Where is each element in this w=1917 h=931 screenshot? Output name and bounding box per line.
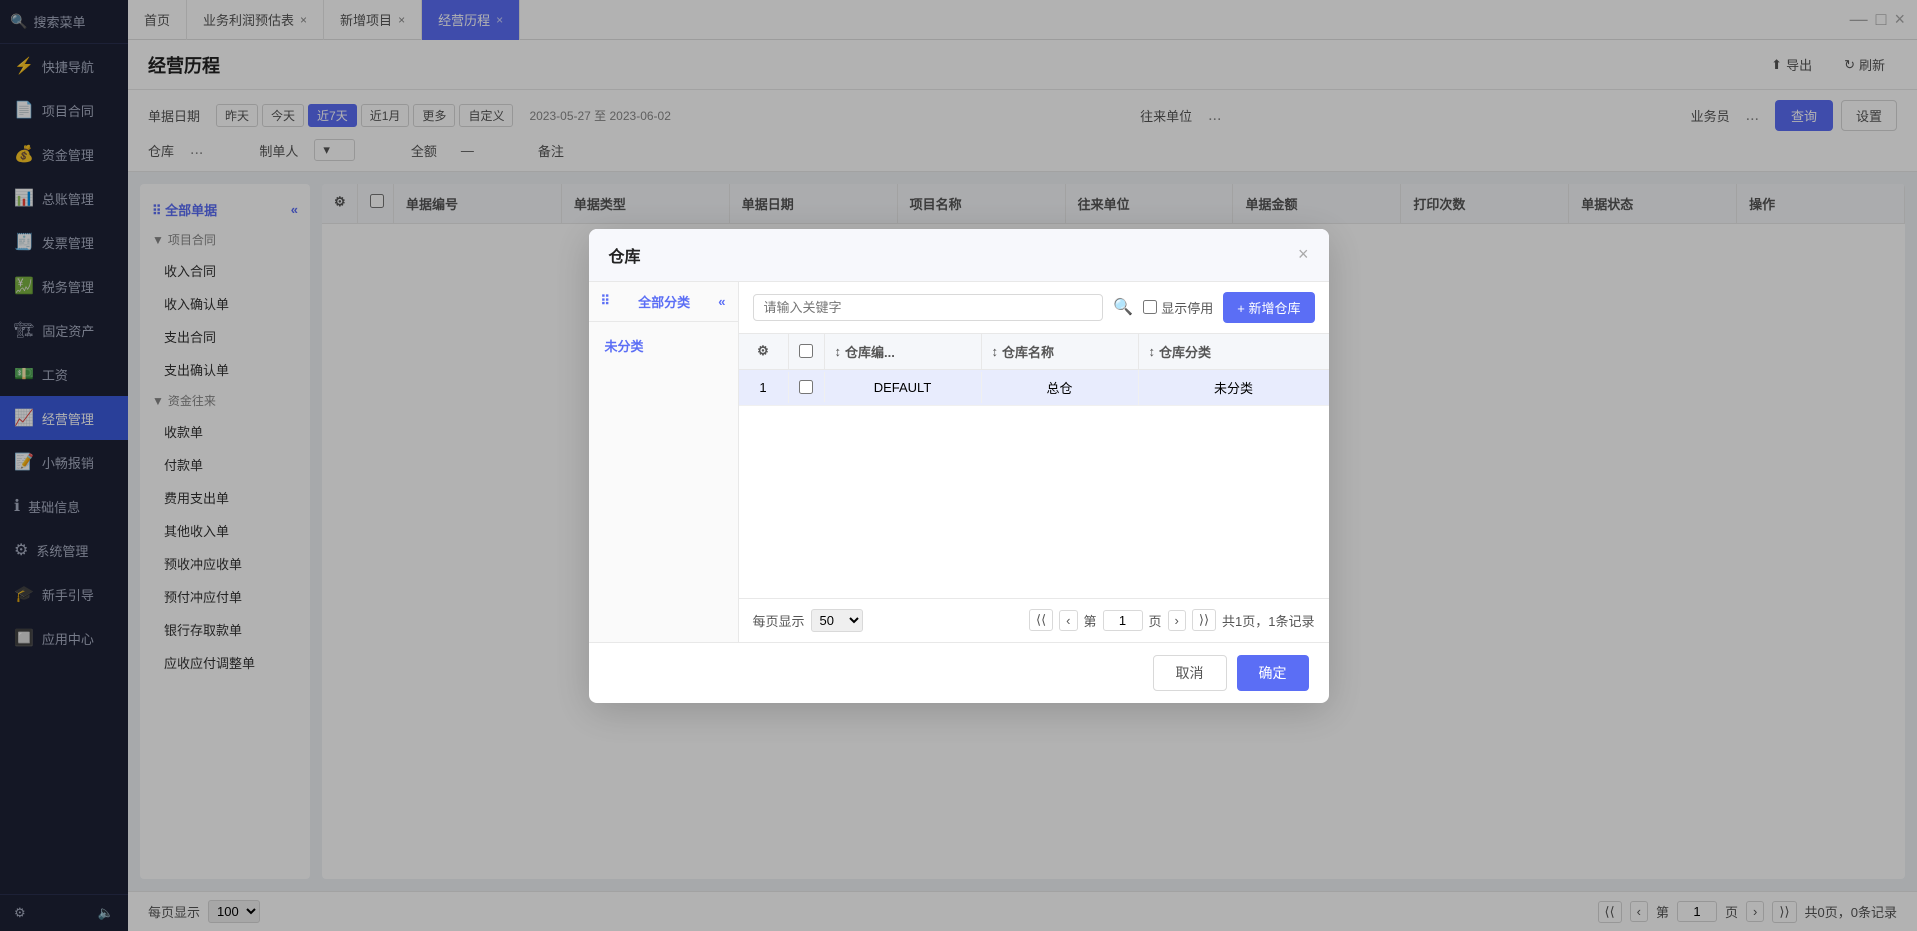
- modal-left-panel: ⠿ 全部分类 « 未分类: [589, 282, 739, 642]
- uncategorized-label: 未分类: [605, 339, 644, 354]
- modal-left-scroll: 未分类: [589, 322, 738, 642]
- all-category-icon: ⠿: [601, 293, 611, 309]
- modal-page-label: 页: [1149, 611, 1162, 630]
- modal-total-label: 共1页，1条记录: [1222, 611, 1314, 630]
- modal-category-header: ⠿ 全部分类 «: [589, 282, 738, 322]
- modal-right-panel: 🔍 显示停用 + 新增仓库 ⚙ ↕: [739, 282, 1329, 642]
- modal-prev-page-btn[interactable]: ‹: [1059, 610, 1077, 631]
- cat-header-label: 仓库分类: [1159, 342, 1211, 361]
- modal-th-code[interactable]: ↕ 仓库编...: [825, 334, 982, 369]
- show-disabled-label: 显示停用: [1161, 298, 1213, 317]
- modal-close-button[interactable]: ×: [1298, 244, 1309, 265]
- modal-table: ⚙ ↕ 仓库编... ↕ 仓库名称 ↕: [739, 334, 1329, 598]
- modal-td-checkbox[interactable]: [789, 372, 825, 402]
- row-checkbox[interactable]: [799, 380, 813, 394]
- modal-td-name: 总仓: [982, 370, 1139, 405]
- modal-first-page-btn[interactable]: ⟨⟨: [1029, 609, 1053, 631]
- name-header-label: 仓库名称: [1002, 342, 1054, 361]
- code-header-label: 仓库编...: [845, 342, 895, 361]
- modal-last-page-btn[interactable]: ⟩⟩: [1192, 609, 1216, 631]
- modal-footer: 每页显示 50 100 200 ⟨⟨ ‹ 第 页 ›: [739, 598, 1329, 642]
- modal-td-code: DEFAULT: [825, 372, 982, 403]
- warehouse-modal: 仓库 × ⠿ 全部分类 « 未分类: [589, 229, 1329, 703]
- modal-select-all-checkbox[interactable]: [799, 344, 813, 358]
- modal-pagination: ⟨⟨ ‹ 第 页 › ⟩⟩ 共1页，1条记录: [1029, 609, 1315, 631]
- modal-search-input[interactable]: [753, 294, 1104, 321]
- modal-title: 仓库: [609, 243, 641, 267]
- modal-td-category: 未分类: [1139, 370, 1329, 405]
- modal-per-page-label: 每页显示: [753, 611, 805, 630]
- modal-td-num: 1: [739, 372, 789, 403]
- show-disabled-checkbox-label[interactable]: 显示停用: [1143, 298, 1213, 317]
- modal-page-input[interactable]: [1103, 610, 1143, 631]
- sort-icon-2: ↕: [992, 344, 999, 359]
- modal-collapse-icon[interactable]: «: [718, 294, 725, 309]
- add-warehouse-button[interactable]: + 新增仓库: [1223, 292, 1314, 323]
- modal-page-num-label: 第: [1084, 611, 1097, 630]
- modal-per-page-select[interactable]: 50 100 200: [811, 609, 863, 632]
- modal-header: 仓库 ×: [589, 229, 1329, 282]
- modal-body: ⠿ 全部分类 « 未分类 🔍: [589, 282, 1329, 642]
- modal-next-page-btn[interactable]: ›: [1168, 610, 1186, 631]
- modal-table-header: ⚙ ↕ 仓库编... ↕ 仓库名称 ↕: [739, 334, 1329, 370]
- confirm-button[interactable]: 确定: [1237, 655, 1309, 691]
- modal-overlay: 仓库 × ⠿ 全部分类 « 未分类: [0, 0, 1917, 931]
- show-disabled-checkbox[interactable]: [1143, 300, 1157, 314]
- all-category-label: 全部分类: [638, 292, 690, 311]
- modal-th-category[interactable]: ↕ 仓库分类: [1139, 334, 1329, 369]
- modal-th-settings[interactable]: ⚙: [739, 334, 789, 369]
- modal-search-bar: 🔍 显示停用 + 新增仓库: [739, 282, 1329, 334]
- sort-icon: ↕: [835, 344, 842, 359]
- modal-category-uncategorized[interactable]: 未分类: [589, 326, 738, 365]
- modal-th-name[interactable]: ↕ 仓库名称: [982, 334, 1139, 369]
- modal-th-checkbox[interactable]: [789, 334, 825, 369]
- modal-search-button[interactable]: 🔍: [1113, 297, 1133, 317]
- sort-icon-3: ↕: [1149, 344, 1156, 359]
- cancel-button[interactable]: 取消: [1153, 655, 1227, 691]
- table-row[interactable]: 1 DEFAULT 总仓 未分类: [739, 370, 1329, 406]
- modal-actions: 取消 确定: [589, 642, 1329, 703]
